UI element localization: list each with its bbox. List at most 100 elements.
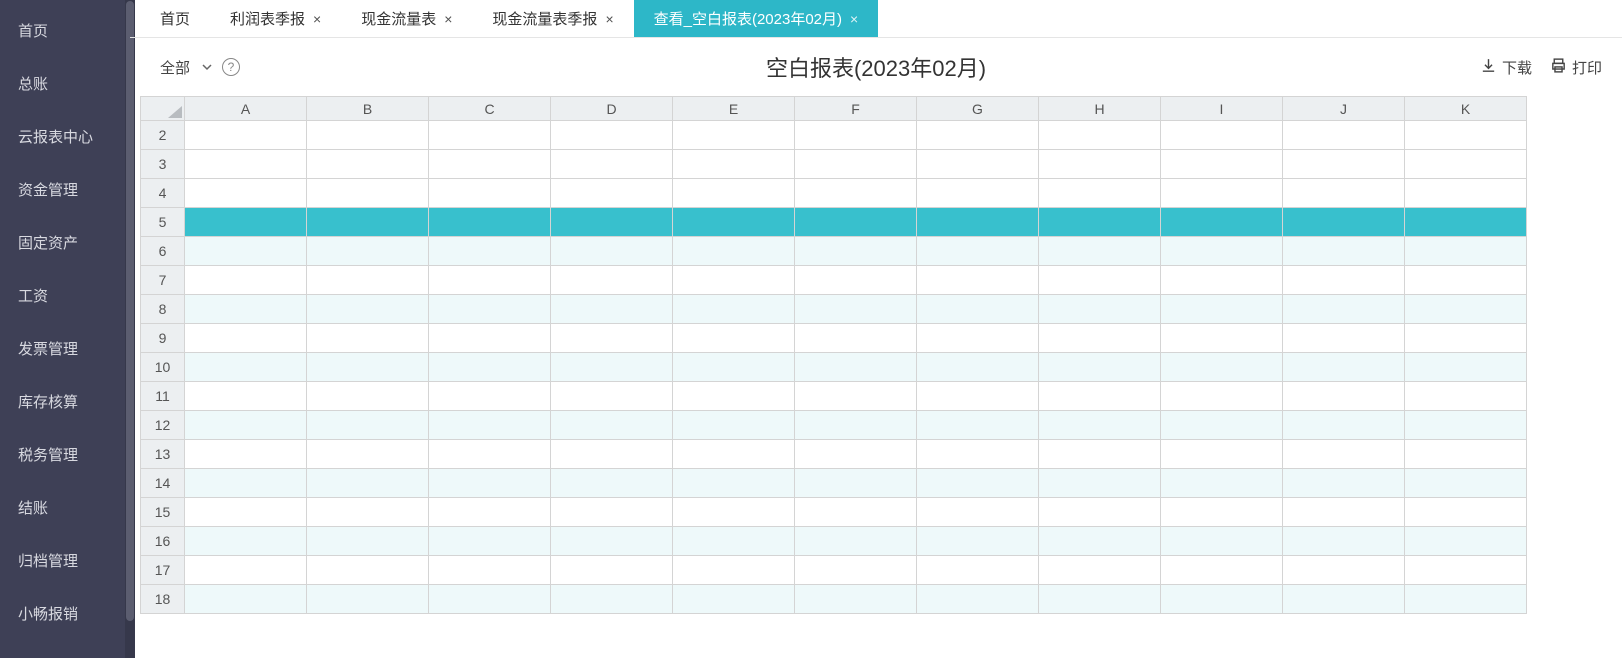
cell-K7[interactable] <box>1405 266 1527 295</box>
cell-G16[interactable] <box>917 527 1039 556</box>
cell-C10[interactable] <box>429 353 551 382</box>
cell-B10[interactable] <box>307 353 429 382</box>
sidebar-item-6[interactable]: 发票管理 <box>0 322 130 375</box>
cell-F16[interactable] <box>795 527 917 556</box>
cell-E10[interactable] <box>673 353 795 382</box>
cell-A9[interactable] <box>185 324 307 353</box>
row-header-7[interactable]: 7 <box>141 266 185 295</box>
close-icon[interactable]: × <box>850 12 858 26</box>
cell-K14[interactable] <box>1405 469 1527 498</box>
cell-F18[interactable] <box>795 585 917 614</box>
column-header-H[interactable]: H <box>1039 97 1161 121</box>
cell-G18[interactable] <box>917 585 1039 614</box>
cell-B3[interactable] <box>307 150 429 179</box>
cell-D6[interactable] <box>551 237 673 266</box>
row-header-3[interactable]: 3 <box>141 150 185 179</box>
cell-C2[interactable] <box>429 121 551 150</box>
cell-D5[interactable] <box>551 208 673 237</box>
cell-G13[interactable] <box>917 440 1039 469</box>
cell-B9[interactable] <box>307 324 429 353</box>
cell-A5[interactable] <box>185 208 307 237</box>
column-header-F[interactable]: F <box>795 97 917 121</box>
cell-F6[interactable] <box>795 237 917 266</box>
cell-F13[interactable] <box>795 440 917 469</box>
cell-A8[interactable] <box>185 295 307 324</box>
cell-A17[interactable] <box>185 556 307 585</box>
sidebar-item-1[interactable]: 总账 <box>0 57 130 110</box>
cell-I16[interactable] <box>1161 527 1283 556</box>
cell-J10[interactable] <box>1283 353 1405 382</box>
cell-J17[interactable] <box>1283 556 1405 585</box>
cell-D8[interactable] <box>551 295 673 324</box>
cell-C15[interactable] <box>429 498 551 527</box>
sidebar-item-3[interactable]: 资金管理 <box>0 163 130 216</box>
cell-F5[interactable] <box>795 208 917 237</box>
row-header-12[interactable]: 12 <box>141 411 185 440</box>
column-header-K[interactable]: K <box>1405 97 1527 121</box>
cell-F7[interactable] <box>795 266 917 295</box>
cell-G12[interactable] <box>917 411 1039 440</box>
cell-J9[interactable] <box>1283 324 1405 353</box>
spreadsheet[interactable]: ABCDEFGHIJK23456789101112131415161718 <box>130 96 1622 658</box>
row-header-14[interactable]: 14 <box>141 469 185 498</box>
column-header-B[interactable]: B <box>307 97 429 121</box>
cell-A16[interactable] <box>185 527 307 556</box>
cell-F2[interactable] <box>795 121 917 150</box>
cell-G14[interactable] <box>917 469 1039 498</box>
cell-F14[interactable] <box>795 469 917 498</box>
cell-G2[interactable] <box>917 121 1039 150</box>
cell-B12[interactable] <box>307 411 429 440</box>
cell-B5[interactable] <box>307 208 429 237</box>
cell-E17[interactable] <box>673 556 795 585</box>
cell-K15[interactable] <box>1405 498 1527 527</box>
cell-E13[interactable] <box>673 440 795 469</box>
cell-J5[interactable] <box>1283 208 1405 237</box>
cell-I14[interactable] <box>1161 469 1283 498</box>
cell-G9[interactable] <box>917 324 1039 353</box>
cell-J18[interactable] <box>1283 585 1405 614</box>
cell-B6[interactable] <box>307 237 429 266</box>
cell-E2[interactable] <box>673 121 795 150</box>
cell-K13[interactable] <box>1405 440 1527 469</box>
cell-D7[interactable] <box>551 266 673 295</box>
cell-F10[interactable] <box>795 353 917 382</box>
cell-H18[interactable] <box>1039 585 1161 614</box>
cell-H9[interactable] <box>1039 324 1161 353</box>
cell-D12[interactable] <box>551 411 673 440</box>
cell-D10[interactable] <box>551 353 673 382</box>
row-header-15[interactable]: 15 <box>141 498 185 527</box>
cell-C13[interactable] <box>429 440 551 469</box>
cell-H5[interactable] <box>1039 208 1161 237</box>
cell-H12[interactable] <box>1039 411 1161 440</box>
cell-I8[interactable] <box>1161 295 1283 324</box>
cell-E11[interactable] <box>673 382 795 411</box>
cell-C8[interactable] <box>429 295 551 324</box>
cell-A14[interactable] <box>185 469 307 498</box>
column-header-A[interactable]: A <box>185 97 307 121</box>
cell-I4[interactable] <box>1161 179 1283 208</box>
cell-J7[interactable] <box>1283 266 1405 295</box>
cell-B16[interactable] <box>307 527 429 556</box>
close-icon[interactable]: × <box>313 12 321 26</box>
cell-F3[interactable] <box>795 150 917 179</box>
column-header-J[interactable]: J <box>1283 97 1405 121</box>
row-header-16[interactable]: 16 <box>141 527 185 556</box>
sidebar-item-10[interactable]: 归档管理 <box>0 534 130 587</box>
cell-D15[interactable] <box>551 498 673 527</box>
sidebar-item-0[interactable]: 首页 <box>0 4 130 57</box>
cell-H10[interactable] <box>1039 353 1161 382</box>
cell-D11[interactable] <box>551 382 673 411</box>
cell-G8[interactable] <box>917 295 1039 324</box>
cell-H13[interactable] <box>1039 440 1161 469</box>
cell-D18[interactable] <box>551 585 673 614</box>
column-header-I[interactable]: I <box>1161 97 1283 121</box>
cell-D14[interactable] <box>551 469 673 498</box>
cell-I17[interactable] <box>1161 556 1283 585</box>
cell-E14[interactable] <box>673 469 795 498</box>
cell-E6[interactable] <box>673 237 795 266</box>
cell-A12[interactable] <box>185 411 307 440</box>
cell-E5[interactable] <box>673 208 795 237</box>
cell-H4[interactable] <box>1039 179 1161 208</box>
cell-A6[interactable] <box>185 237 307 266</box>
row-header-11[interactable]: 11 <box>141 382 185 411</box>
